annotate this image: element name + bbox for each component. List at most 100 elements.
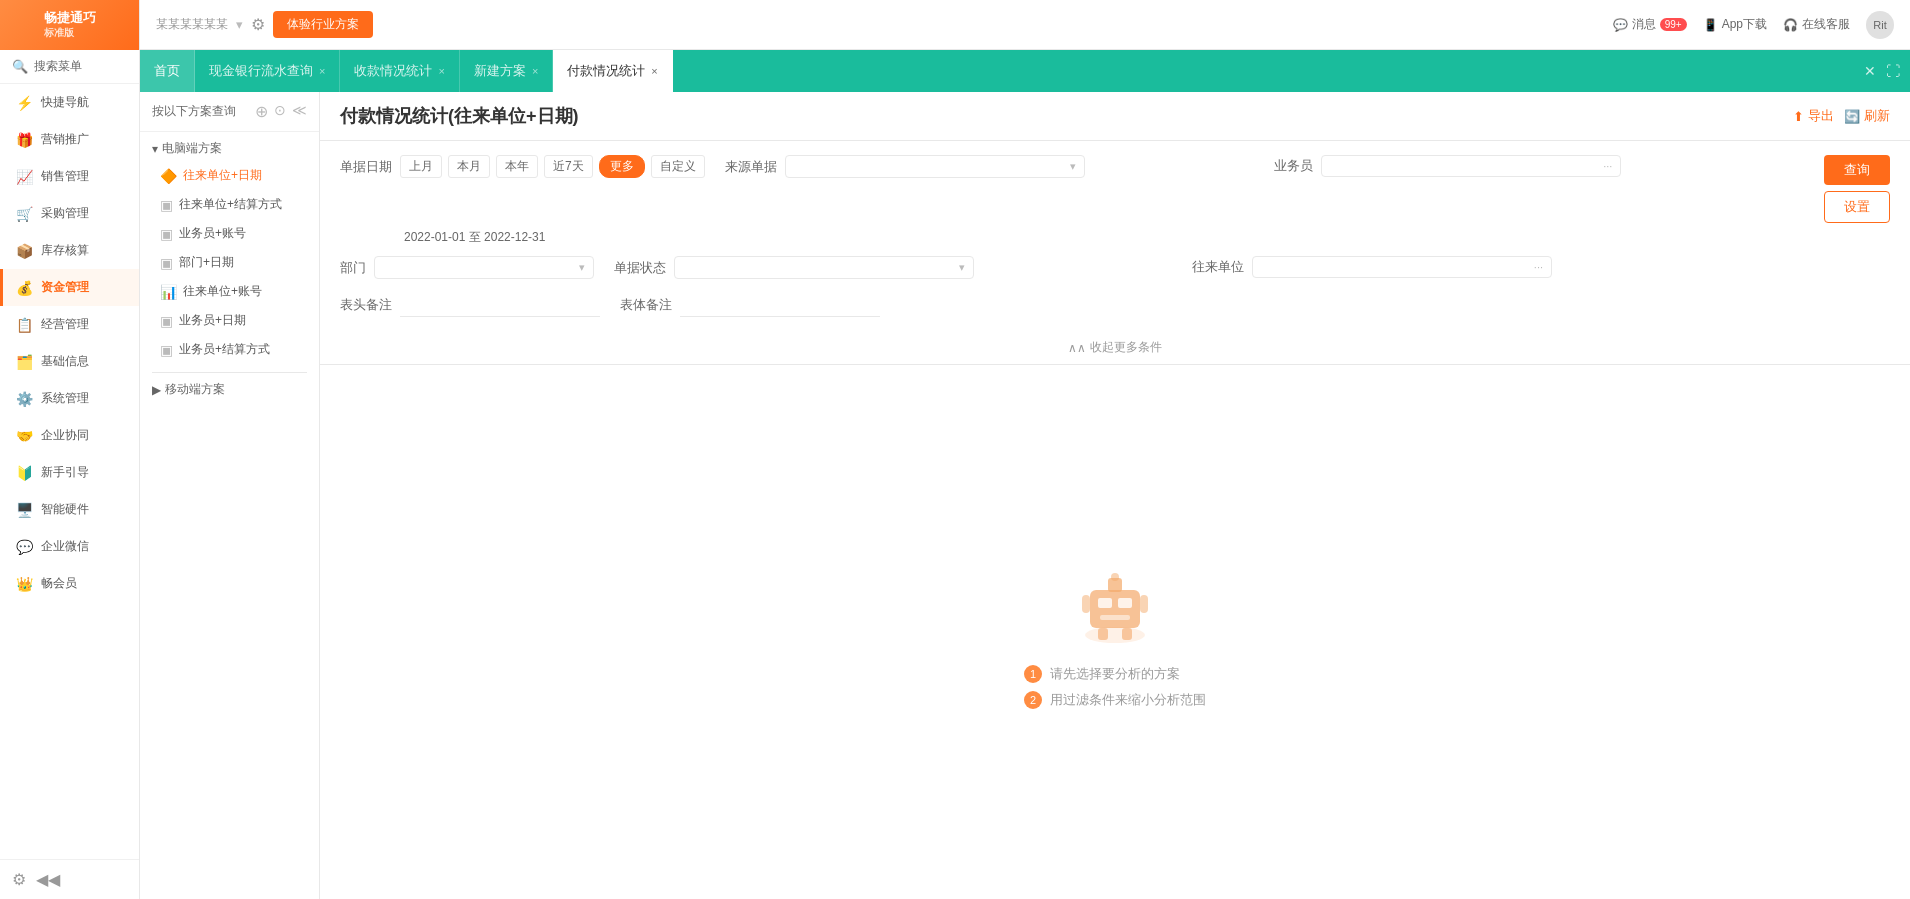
scheme-counterpart-account[interactable]: 📊 往来单位+账号 <box>152 277 307 306</box>
sidebar-item-weixin[interactable]: 💬 企业微信 <box>0 528 139 565</box>
scheme-salesperson-settle[interactable]: ▣ 业务员+结算方式 <box>152 335 307 364</box>
voucher-status-select[interactable]: ▾ <box>674 256 974 279</box>
page-title: 付款情况统计(往来单位+日期) <box>340 104 579 128</box>
scheme-dept-date[interactable]: ▣ 部门+日期 <box>152 248 307 277</box>
scheme-salesperson-account[interactable]: ▣ 业务员+账号 <box>152 219 307 248</box>
service-icon: 🎧 <box>1783 18 1798 32</box>
table-body-note-input[interactable] <box>680 293 880 317</box>
scheme-counterpart-date[interactable]: 🔶 往来单位+日期 <box>152 161 307 190</box>
sidebar-item-operation[interactable]: 📋 经营管理 <box>0 306 139 343</box>
sidebar-item-system[interactable]: ⚙️ 系统管理 <box>0 380 139 417</box>
maximize-icon[interactable]: ⛶ <box>1886 63 1900 79</box>
guide-label: 新手引导 <box>41 464 89 481</box>
search-menu[interactable]: 🔍 搜索菜单 <box>0 50 139 84</box>
app-download-btn[interactable]: 📱 App下载 <box>1703 16 1767 33</box>
date-filter-label: 单据日期 <box>340 158 392 176</box>
message-btn[interactable]: 💬 消息 99+ <box>1613 16 1687 33</box>
online-service-btn[interactable]: 🎧 在线客服 <box>1783 16 1850 33</box>
tab-payment-stats-close[interactable]: × <box>651 65 657 77</box>
source-voucher-arrow: ▾ <box>1070 160 1076 173</box>
salesperson-group: 业务员 ··· <box>1274 155 1804 177</box>
tab-cash-flow-close[interactable]: × <box>319 65 325 77</box>
source-voucher-group: 来源单据 ▾ <box>725 155 1255 178</box>
voucher-status-group: 单据状态 ▾ <box>614 256 1172 279</box>
table-header-note-input[interactable] <box>400 293 600 317</box>
sidebar-item-member[interactable]: 👑 畅会员 <box>0 565 139 602</box>
quick-nav-label: 快捷导航 <box>41 94 89 111</box>
tab-payment-stats[interactable]: 付款情况统计 × <box>553 50 672 92</box>
tab-receipt-stats-close[interactable]: × <box>438 65 444 77</box>
message-badge: 99+ <box>1660 18 1687 31</box>
operation-icon: 📋 <box>15 317 33 333</box>
sidebar-item-cooperation[interactable]: 🤝 企业协同 <box>0 417 139 454</box>
tab-home[interactable]: 首页 <box>140 50 195 92</box>
message-label: 消息 <box>1632 16 1656 33</box>
export-btn[interactable]: ⬆ 导出 <box>1793 107 1834 125</box>
empty-state-illustration <box>1065 555 1165 655</box>
tab-new-plan-close[interactable]: × <box>532 65 538 77</box>
system-label: 系统管理 <box>41 390 89 407</box>
settings-btn[interactable]: 设置 <box>1824 191 1890 223</box>
filter-actions: 查询 设置 <box>1824 155 1890 223</box>
last-7days-btn[interactable]: 近7天 <box>544 155 593 178</box>
mobile-scheme-title[interactable]: ▶ 移动端方案 <box>152 381 307 398</box>
sidebar-item-hardware[interactable]: 🖥️ 智能硬件 <box>0 491 139 528</box>
tabbar-actions: ✕ ⛶ <box>1854 50 1910 92</box>
empty-step-1: 1 请先选择要分析的方案 <box>1024 665 1206 683</box>
collapse-panel-icon[interactable]: ≪ <box>292 102 307 121</box>
tab-receipt-stats[interactable]: 收款情况统计 × <box>340 50 459 92</box>
settings-footer-icon[interactable]: ⚙ <box>12 870 26 889</box>
step2-text: 用过滤条件来缩小分析范围 <box>1050 691 1206 709</box>
date-range-text: 2022-01-01 至 2022-12-31 <box>404 230 545 244</box>
this-year-btn[interactable]: 本年 <box>496 155 538 178</box>
scheme-counterpart-account-label: 往来单位+账号 <box>183 283 262 300</box>
close-all-tabs-icon[interactable]: ✕ <box>1864 63 1876 79</box>
prev-month-btn[interactable]: 上月 <box>400 155 442 178</box>
more-btn[interactable]: 更多 <box>599 155 645 178</box>
main-panel: 付款情况统计(往来单位+日期) ⬆ 导出 🔄 刷新 <box>320 92 1910 899</box>
sidebar-item-marketing[interactable]: 🎁 营销推广 <box>0 121 139 158</box>
sidebar-logo: 畅捷通巧 标准版 <box>0 0 139 50</box>
scheme-icon-2: ▣ <box>160 226 173 242</box>
tab-receipt-stats-label: 收款情况统计 <box>354 62 432 80</box>
sidebar-item-sales[interactable]: 📈 销售管理 <box>0 158 139 195</box>
desktop-scheme-title[interactable]: ▾ 电脑端方案 <box>152 140 307 157</box>
refresh-btn[interactable]: 🔄 刷新 <box>1844 107 1890 125</box>
sales-icon: 📈 <box>15 169 33 185</box>
collapse-sidebar-icon[interactable]: ◀◀ <box>36 870 60 889</box>
weixin-icon: 💬 <box>15 539 33 555</box>
robot-svg <box>1070 560 1160 650</box>
tab-cash-flow[interactable]: 现金银行流水查询 × <box>195 50 340 92</box>
user-avatar[interactable]: Rit <box>1866 11 1894 39</box>
date-filter-group: 单据日期 上月 本月 本年 近7天 更多 自定义 <box>340 155 705 178</box>
side-panel-header-icons: ⊕ ⊙ ≪ <box>255 102 307 121</box>
collapse-more-conditions[interactable]: ∧∧ 收起更多条件 <box>340 331 1890 364</box>
topbar-dropdown-arrow[interactable]: ▾ <box>236 17 243 32</box>
query-btn[interactable]: 查询 <box>1824 155 1890 185</box>
tab-new-plan[interactable]: 新建方案 × <box>460 50 553 92</box>
salesperson-select[interactable]: ··· <box>1321 155 1621 177</box>
svg-point-0 <box>1085 627 1145 643</box>
svg-rect-8 <box>1140 595 1148 613</box>
sidebar-item-quick-nav[interactable]: ⚡ 快捷导航 <box>0 84 139 121</box>
scheme-settings-icon[interactable]: ⊙ <box>274 102 286 121</box>
scheme-salesperson-date[interactable]: ▣ 业务员+日期 <box>152 306 307 335</box>
sidebar-item-capital[interactable]: 💰 资金管理 <box>0 269 139 306</box>
dept-label: 部门 <box>340 259 366 277</box>
sidebar-item-inventory[interactable]: 📦 库存核算 <box>0 232 139 269</box>
filter-area: 单据日期 上月 本月 本年 近7天 更多 自定义 来源单据 <box>320 141 1910 365</box>
custom-btn[interactable]: 自定义 <box>651 155 705 178</box>
sidebar-item-purchase[interactable]: 🛒 采购管理 <box>0 195 139 232</box>
trial-btn[interactable]: 体验行业方案 <box>273 11 373 38</box>
source-voucher-select[interactable]: ▾ <box>785 155 1085 178</box>
counterpart-select[interactable]: ··· <box>1252 256 1552 278</box>
sidebar-item-guide[interactable]: 🔰 新手引导 <box>0 454 139 491</box>
refresh-label: 刷新 <box>1864 107 1890 125</box>
add-scheme-icon[interactable]: ⊕ <box>255 102 268 121</box>
sidebar-item-base-info[interactable]: 🗂️ 基础信息 <box>0 343 139 380</box>
topbar-settings-icon[interactable]: ⚙ <box>251 15 265 34</box>
scheme-icon-5: ▣ <box>160 313 173 329</box>
dept-select[interactable]: ▾ <box>374 256 594 279</box>
scheme-counterpart-settle[interactable]: ▣ 往来单位+结算方式 <box>152 190 307 219</box>
this-month-btn[interactable]: 本月 <box>448 155 490 178</box>
